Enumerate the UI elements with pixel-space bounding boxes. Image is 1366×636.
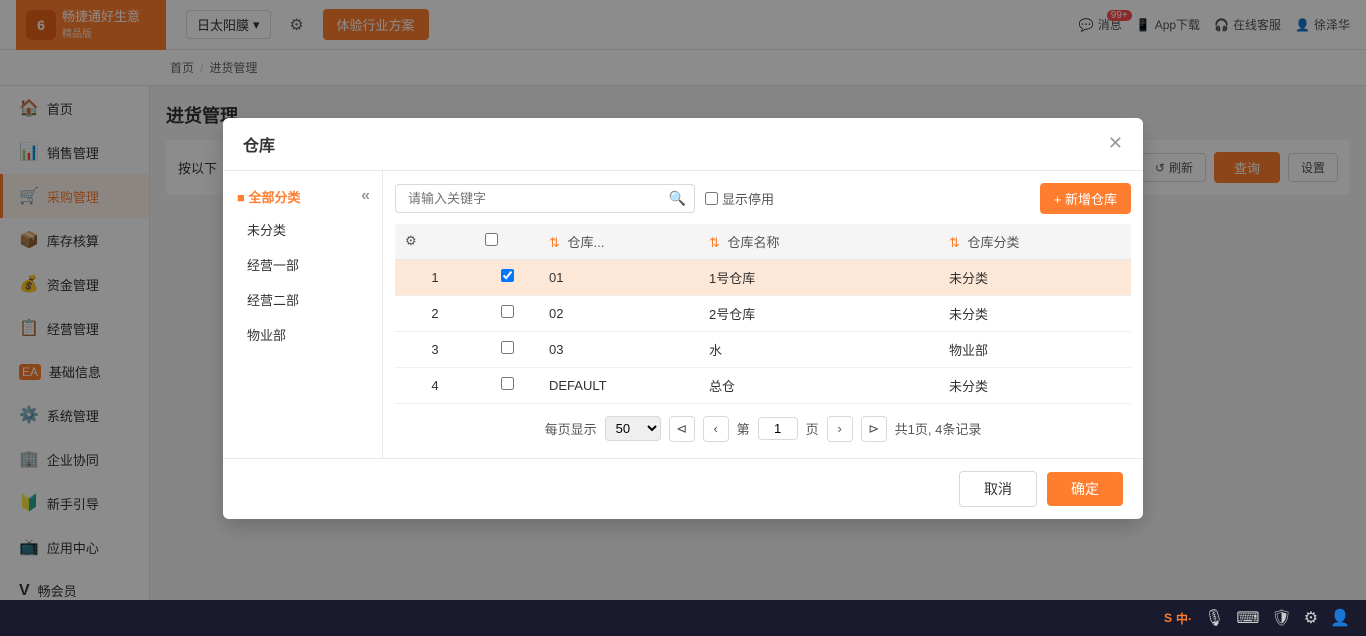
th-code[interactable]: ⇅ 仓库... [539,224,699,260]
cancel-button[interactable]: 取消 [959,471,1037,507]
cell-category: 未分类 [939,367,1131,403]
select-all-checkbox[interactable] [485,233,498,246]
cell-code: 03 [539,331,699,367]
modal-toolbar: 🔍 显示停用 + 新增仓库 [395,183,1131,214]
search-input[interactable] [404,185,669,212]
cell-category: 未分类 [939,259,1131,295]
modal-header: 仓库 ✕ [223,118,1143,171]
sort-icon-name: ⇅ [709,235,720,250]
next-page-button[interactable]: › [827,416,853,442]
category-operations2[interactable]: 经营二部 [223,282,382,317]
page-unit-label: 页 [806,419,819,438]
total-info: 共1页, 4条记录 [895,419,982,438]
modal-footer: 取消 确定 [223,458,1143,519]
confirm-button[interactable]: 确定 [1047,472,1123,506]
cell-checkbox [475,259,539,295]
th-name[interactable]: ⇅ 仓库名称 [699,224,939,260]
table-container: ⚙ ⇅ 仓库... ⇅ 仓库名称 [395,224,1131,404]
first-page-button[interactable]: ⊲ [669,416,695,442]
cell-name: 水 [699,331,939,367]
cell-name: 总仓 [699,367,939,403]
mic-icon[interactable]: 🎙 [1204,608,1224,628]
category-property[interactable]: 物业部 [223,317,382,352]
cell-category: 未分类 [939,295,1131,331]
sort-icon-code: ⇅ [549,235,560,250]
shield-icon[interactable]: 🛡 [1271,608,1291,628]
category-operations1[interactable]: 经营一部 [223,247,382,282]
per-page-select[interactable]: 50 100 [605,416,661,441]
per-page-label: 每页显示 [545,419,597,438]
warehouse-modal: 仓库 ✕ ■ 全部分类 « 未分类 经营一部 经营二部 物业部 [223,118,1143,519]
table-row[interactable]: 2 02 2号仓库 未分类 [395,295,1131,331]
cell-checkbox [475,295,539,331]
th-gear: ⚙ [395,224,475,260]
table-header: ⚙ ⇅ 仓库... ⇅ 仓库名称 [395,224,1131,260]
pagination: 每页显示 50 100 ⊲ ‹ 第 页 › ⊳ 共1页, 4条记录 [395,404,1131,446]
last-page-button[interactable]: ⊳ [861,416,887,442]
bottom-logo: S 中· [1164,610,1192,627]
cell-checkbox [475,331,539,367]
user-bottom-icon[interactable]: 👤 [1330,608,1350,628]
page-label: 第 [737,419,750,438]
cell-checkbox [475,367,539,403]
row-checkbox[interactable] [501,341,514,354]
cell-name: 1号仓库 [699,259,939,295]
table-row[interactable]: 4 DEFAULT 总仓 未分类 [395,367,1131,403]
cell-index: 4 [395,367,475,403]
all-categories-label: ■ 全部分类 [237,187,300,206]
row-checkbox[interactable] [501,377,514,390]
cell-category: 物业部 [939,331,1131,367]
cell-index: 2 [395,295,475,331]
cell-index: 3 [395,331,475,367]
cell-name: 2号仓库 [699,295,939,331]
category-sidebar: ■ 全部分类 « 未分类 经营一部 经营二部 物业部 [223,171,383,458]
th-category[interactable]: ⇅ 仓库分类 [939,224,1131,260]
cell-code: DEFAULT [539,367,699,403]
add-warehouse-button[interactable]: + 新增仓库 [1040,183,1131,214]
all-categories[interactable]: ■ 全部分类 « [223,181,382,212]
table-row[interactable]: 1 01 1号仓库 未分类 [395,259,1131,295]
th-checkbox [475,224,539,260]
row-checkbox[interactable] [501,269,514,282]
cell-index: 1 [395,259,475,295]
row-checkbox[interactable] [501,305,514,318]
keyboard-icon[interactable]: ⌨ [1236,608,1259,628]
category-unclassified[interactable]: 未分类 [223,212,382,247]
cell-code: 01 [539,259,699,295]
modal-overlay[interactable]: 仓库 ✕ ■ 全部分类 « 未分类 经营一部 经营二部 物业部 [0,0,1366,636]
modal-body: ■ 全部分类 « 未分类 经营一部 经营二部 物业部 🔍 [223,171,1143,458]
show-disabled-checkbox[interactable] [705,192,718,205]
table-row[interactable]: 3 03 水 物业部 [395,331,1131,367]
modal-title: 仓库 [243,132,275,156]
modal-content: 🔍 显示停用 + 新增仓库 ⚙ [383,171,1143,458]
warehouse-table: ⚙ ⇅ 仓库... ⇅ 仓库名称 [395,224,1131,404]
search-icon[interactable]: 🔍 [669,190,686,207]
search-box: 🔍 [395,184,695,213]
page-number-input[interactable] [758,417,798,440]
settings-bottom-icon[interactable]: ⚙ [1304,608,1318,628]
table-body: 1 01 1号仓库 未分类 2 02 2号仓库 未分类 3 03 水 物业部 4… [395,259,1131,403]
bottom-bar: S 中· 🎙 ⌨ 🛡 ⚙ 👤 [0,600,1366,636]
sort-icon-category: ⇅ [949,235,960,250]
show-disabled-label: 显示停用 [705,189,774,208]
close-icon[interactable]: ✕ [1108,133,1123,154]
prev-page-button[interactable]: ‹ [703,416,729,442]
cell-code: 02 [539,295,699,331]
collapse-button[interactable]: « [361,187,370,205]
